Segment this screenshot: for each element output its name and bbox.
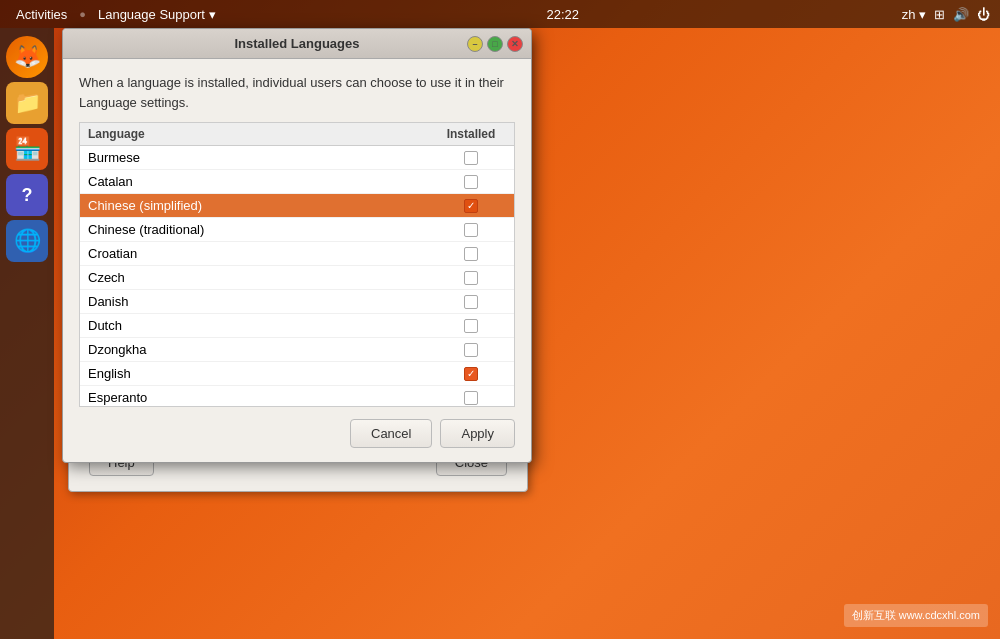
locale-arrow: ▾ (919, 7, 926, 22)
col-language-header: Language (88, 127, 436, 141)
sidebar-item-firefox[interactable]: 🦊 (6, 36, 48, 78)
lang-row-name: Dzongkha (88, 342, 436, 357)
lang-row-checkbox-cell: ✓ (436, 367, 506, 381)
topbar-appname-arrow: ▾ (209, 7, 216, 22)
browser-icon: 🌐 (14, 230, 41, 252)
checkbox[interactable] (464, 223, 478, 237)
lang-row-checkbox-cell (436, 151, 506, 165)
files-icon: 📁 (14, 92, 41, 114)
installed-languages-dialog: Installed Languages – □ ✕ When a languag… (62, 28, 532, 463)
dialog-title: Installed Languages (235, 36, 360, 51)
network-icon[interactable]: ⊞ (934, 7, 945, 22)
sidebar-item-help[interactable]: ? (6, 174, 48, 216)
checkbox[interactable] (464, 319, 478, 333)
table-row[interactable]: Croatian (80, 242, 514, 266)
volume-icon[interactable]: 🔊 (953, 7, 969, 22)
language-table: Language Installed Burmese Catalan Chinese… (79, 122, 515, 407)
topbar-appname-label: Language Support (98, 7, 205, 22)
lang-row-name: Czech (88, 270, 436, 285)
checkbox[interactable] (464, 271, 478, 285)
lang-row-checkbox-cell (436, 223, 506, 237)
dialog-maximize-button[interactable]: □ (487, 36, 503, 52)
lang-row-name: Chinese (simplified) (88, 198, 436, 213)
lang-row-checkbox-cell (436, 391, 506, 405)
table-row[interactable]: Czech (80, 266, 514, 290)
checkbox[interactable] (464, 343, 478, 357)
checkbox[interactable] (464, 247, 478, 261)
sidebar-item-files[interactable]: 📁 (6, 82, 48, 124)
watermark: 创新互联 www.cdcxhl.com (844, 604, 988, 627)
table-row[interactable]: Burmese (80, 146, 514, 170)
store-icon: 🏪 (14, 138, 41, 160)
cancel-button[interactable]: Cancel (350, 419, 432, 448)
lang-row-name: English (88, 366, 436, 381)
sidebar-item-store[interactable]: 🏪 (6, 128, 48, 170)
topbar-right: zh ▾ ⊞ 🔊 ⏻ (902, 7, 1000, 22)
locale-indicator[interactable]: zh ▾ (902, 7, 926, 22)
lang-row-name: Chinese (traditional) (88, 222, 436, 237)
power-icon[interactable]: ⏻ (977, 7, 990, 22)
topbar-divider: ● (79, 8, 86, 20)
topbar-left: Activities ● Language Support ▾ (0, 7, 224, 22)
lang-row-checkbox-cell: ✓ (436, 199, 506, 213)
lang-row-name: Esperanto (88, 390, 436, 405)
lang-row-checkbox-cell (436, 319, 506, 333)
lang-row-name: Croatian (88, 246, 436, 261)
table-row[interactable]: Dzongkha (80, 338, 514, 362)
sidebar-dock: 🦊 📁 🏪 ? 🌐 (0, 28, 54, 639)
table-row[interactable]: Danish (80, 290, 514, 314)
table-row[interactable]: Dutch (80, 314, 514, 338)
lang-row-name: Catalan (88, 174, 436, 189)
topbar-appname[interactable]: Language Support ▾ (90, 7, 224, 22)
dialog-description: When a language is installed, individual… (63, 59, 531, 122)
dialog-titlebar: Installed Languages – □ ✕ (63, 29, 531, 59)
help-icon: ? (22, 186, 33, 204)
table-row[interactable]: English ✓ (80, 362, 514, 386)
lang-row-checkbox-cell (436, 247, 506, 261)
checkbox[interactable] (464, 295, 478, 309)
table-row[interactable]: Chinese (simplified) ✓ (80, 194, 514, 218)
language-table-header: Language Installed (80, 123, 514, 146)
dialog-close-button[interactable]: ✕ (507, 36, 523, 52)
lang-row-checkbox-cell (436, 343, 506, 357)
sidebar-item-browser[interactable]: 🌐 (6, 220, 48, 262)
language-table-body: BurmeseCatalanChinese (simplified)✓Chine… (80, 146, 514, 406)
checkbox[interactable] (464, 151, 478, 165)
lang-row-checkbox-cell (436, 175, 506, 189)
table-row[interactable]: Chinese (traditional) (80, 218, 514, 242)
checkbox[interactable]: ✓ (464, 199, 478, 213)
col-installed-header: Installed (436, 127, 506, 141)
apply-button[interactable]: Apply (440, 419, 515, 448)
locale-label: zh (902, 7, 916, 22)
lang-row-checkbox-cell (436, 295, 506, 309)
topbar: Activities ● Language Support ▾ 22:22 zh… (0, 0, 1000, 28)
dialog-footer: Cancel Apply (63, 407, 531, 462)
dialog-window-buttons: – □ ✕ (467, 36, 523, 52)
table-row[interactable]: Catalan (80, 170, 514, 194)
checkbox[interactable]: ✓ (464, 367, 478, 381)
lang-row-name: Dutch (88, 318, 436, 333)
dialog-minimize-button[interactable]: – (467, 36, 483, 52)
lang-row-name: Burmese (88, 150, 436, 165)
checkbox[interactable] (464, 175, 478, 189)
firefox-icon: 🦊 (14, 46, 41, 68)
topbar-time: 22:22 (547, 7, 580, 22)
topbar-clock: 22:22 (224, 7, 902, 22)
lang-row-name: Danish (88, 294, 436, 309)
table-row[interactable]: Esperanto (80, 386, 514, 406)
lang-row-checkbox-cell (436, 271, 506, 285)
checkbox[interactable] (464, 391, 478, 405)
activities-button[interactable]: Activities (8, 7, 75, 22)
